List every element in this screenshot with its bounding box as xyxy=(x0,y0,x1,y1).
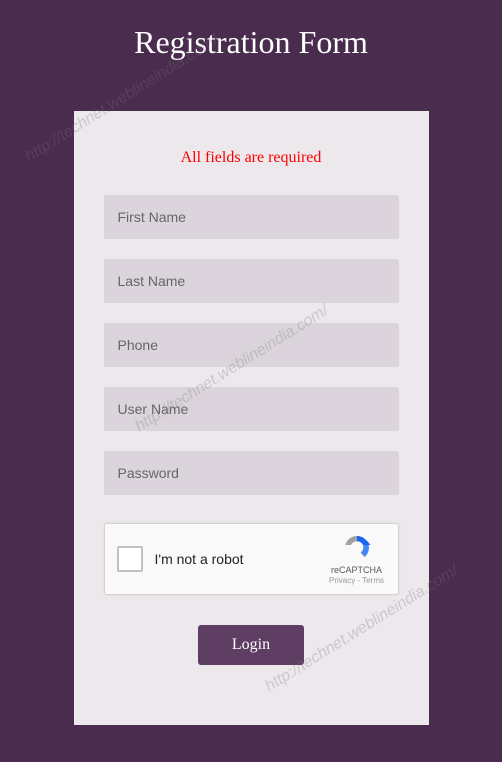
last-name-field[interactable] xyxy=(104,259,399,303)
required-fields-message: All fields are required xyxy=(104,149,399,167)
recaptcha-logo-area: reCAPTCHA Privacy - Terms xyxy=(326,533,388,585)
recaptcha-icon xyxy=(342,533,372,563)
registration-form-card: All fields are required I'm not a robot … xyxy=(74,111,429,725)
login-button[interactable]: Login xyxy=(198,625,304,665)
user-name-field[interactable] xyxy=(104,387,399,431)
page-title: Registration Form xyxy=(0,0,502,81)
first-name-field[interactable] xyxy=(104,195,399,239)
recaptcha-checkbox[interactable] xyxy=(117,546,143,572)
recaptcha-brand-text: reCAPTCHA xyxy=(331,565,382,575)
recaptcha-widget: I'm not a robot reCAPTCHA Privacy - Term… xyxy=(104,523,399,595)
phone-field[interactable] xyxy=(104,323,399,367)
recaptcha-label: I'm not a robot xyxy=(155,551,326,567)
recaptcha-terms-text: Privacy - Terms xyxy=(329,576,384,585)
password-field[interactable] xyxy=(104,451,399,495)
